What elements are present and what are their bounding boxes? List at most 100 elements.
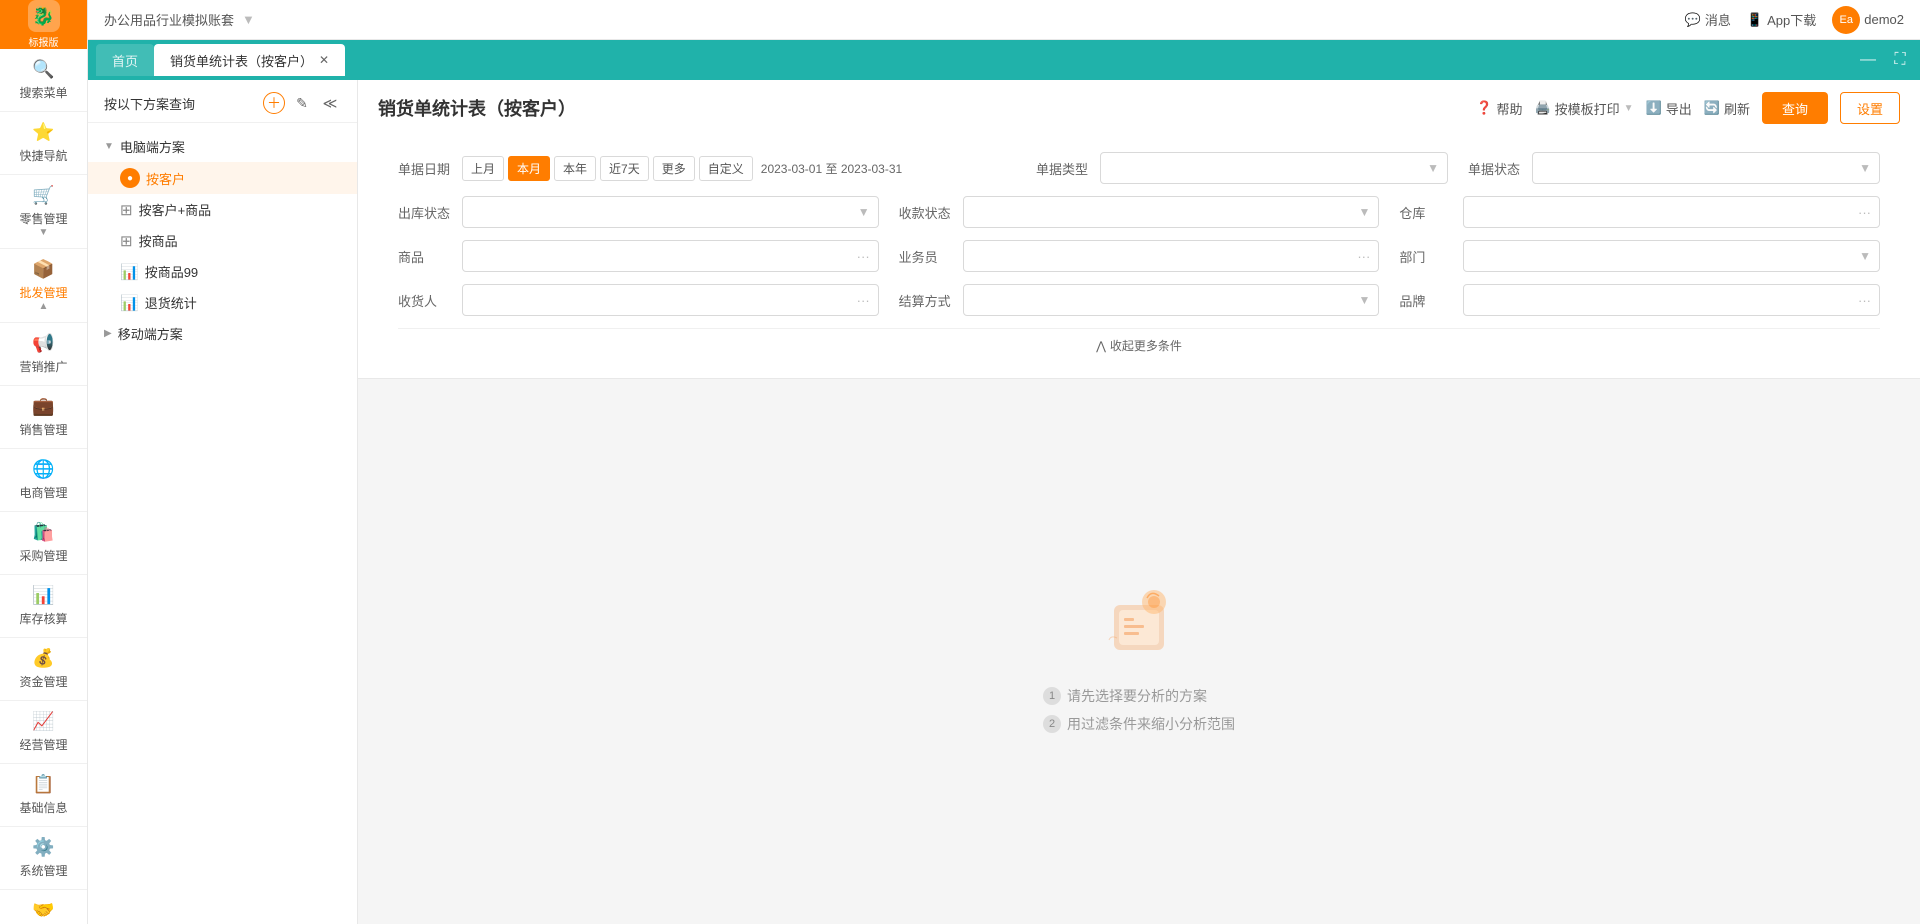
collapse-label: 收起更多条件 (1110, 337, 1182, 354)
sidebar-item-search-menu[interactable]: 🔍 搜索菜单 (0, 49, 88, 112)
sidebar-item-ecom-mgmt[interactable]: 🌐 电商管理 (0, 449, 88, 512)
tab-maximize-button[interactable]: ⛶ (1888, 48, 1912, 72)
department-select[interactable]: ▼ (1463, 240, 1880, 272)
mobile-section-label: 移动端方案 (118, 324, 183, 343)
sidebar-item-label: 电商管理 (19, 484, 67, 501)
empty-tip-row-1: 1 请先选择要分析的方案 (1043, 686, 1235, 706)
sidebar-item-label: 销售管理 (19, 421, 67, 438)
tab-sales-stat[interactable]: 销货单统计表（按客户） ✕ (154, 44, 345, 76)
sidebar-item-basic-info[interactable]: 📋 基础信息 (0, 764, 88, 827)
left-panel-actions: ＋ ✎ ≪ (263, 92, 341, 114)
logo-text: 标报版 (29, 34, 59, 49)
expand-right-icon: ▶ (104, 328, 112, 339)
custom-button[interactable]: 自定义 (699, 156, 753, 181)
dots-icon: ··· (857, 293, 870, 308)
order-status-label: 单据状态 (1468, 159, 1524, 178)
close-icon[interactable]: ✕ (319, 54, 329, 66)
sidebar-item-retail-mgmt[interactable]: 🛒 零售管理 ▼ (0, 175, 88, 249)
app-download-button[interactable]: 📱 App下载 (1747, 10, 1816, 29)
by-customer-label: 按客户 (146, 169, 185, 188)
filter-item-order-type: 单据类型 ▼ (1036, 152, 1448, 184)
sidebar-item-sales-mgmt[interactable]: 💼 销售管理 (0, 386, 88, 449)
brand-select[interactable]: ··· (1463, 284, 1880, 316)
sidebar-item-inventory[interactable]: 📊 库存核算 (0, 575, 88, 638)
sidebar-item-enterprise[interactable]: 🤝 企业协同 (0, 890, 88, 924)
warehouse-select[interactable]: ··· (1463, 196, 1880, 228)
tree-node-by-goods[interactable]: ⊞ 按商品 (88, 225, 357, 256)
chevron-down-icon: ▼ (1859, 161, 1871, 175)
refresh-icon: 🔄 (1704, 100, 1720, 116)
tree-node-desktop[interactable]: ▼ 电脑端方案 (88, 131, 357, 162)
avatar: Ea (1832, 6, 1860, 34)
chevron-down-icon: ▼ (1358, 293, 1370, 307)
app-download-icon: 📱 (1747, 12, 1763, 28)
left-panel-title: 按以下方案查询 (104, 94, 195, 113)
ecom-icon: 🌐 (32, 459, 54, 480)
quick-nav-icon: ⭐ (32, 122, 54, 143)
receiver-label: 收货人 (398, 291, 454, 310)
sidebar-item-quick-nav[interactable]: ⭐ 快捷导航 (0, 112, 88, 175)
tree-node-by-customer-goods[interactable]: ⊞ 按客户+商品 (88, 194, 357, 225)
dots-icon: ··· (1357, 249, 1370, 264)
salesperson-label: 业务员 (899, 247, 955, 266)
query-button[interactable]: 查询 (1762, 92, 1828, 124)
out-status-select[interactable]: ▼ (462, 196, 879, 228)
date-label: 单据日期 (398, 159, 454, 178)
tree-node-by-customer[interactable]: ● 按客户 (88, 162, 357, 194)
purchase-icon: 🛍️ (32, 522, 54, 543)
order-type-select[interactable]: ▼ (1100, 152, 1448, 184)
home-tab-label: 首页 (112, 51, 138, 70)
template-print-button[interactable]: 🖨️ 按模板打印 ▼ (1534, 99, 1633, 118)
user-info[interactable]: Ea demo2 (1832, 6, 1904, 34)
order-status-select[interactable]: ▼ (1532, 152, 1880, 184)
more-button[interactable]: 更多 (653, 156, 695, 181)
filter-row-4: 收货人 ··· 结算方式 ▼ (398, 284, 1880, 316)
settings-button[interactable]: 设置 (1840, 92, 1900, 124)
sidebar-item-label: 系统管理 (19, 862, 67, 879)
export-button[interactable]: ⬇️ 导出 (1646, 99, 1692, 118)
filter-item-order-status: 单据状态 ▼ (1468, 152, 1880, 184)
receiver-select[interactable]: ··· (462, 284, 879, 316)
sidebar-item-label: 营销推广 (19, 358, 67, 375)
last-7-button[interactable]: 近7天 (600, 156, 649, 181)
this-month-button[interactable]: 本月 (508, 156, 550, 181)
goods-select[interactable]: ··· (462, 240, 879, 272)
sidebar-item-system-mgmt[interactable]: ⚙️ 系统管理 (0, 827, 88, 890)
filter-item-salesperson: 业务员 ··· (899, 240, 1380, 272)
app-logo[interactable]: 🐉 标报版 (0, 0, 88, 49)
tab-home[interactable]: 首页 (96, 44, 154, 76)
sidebar-item-operations[interactable]: 📈 经营管理 (0, 701, 88, 764)
filter-item-receiver: 收货人 ··· (398, 284, 879, 316)
last-month-button[interactable]: 上月 (462, 156, 504, 181)
chevron-up-icon: ▲ (39, 301, 49, 312)
chevron-down-icon: ▼ (39, 227, 49, 238)
salesperson-select[interactable]: ··· (963, 240, 1380, 272)
tree-node-return-stats[interactable]: 📊 退货统计 (88, 287, 357, 318)
this-year-button[interactable]: 本年 (554, 156, 596, 181)
add-scheme-button[interactable]: ＋ (263, 92, 285, 114)
sidebar-item-marketing[interactable]: 📢 营销推广 (0, 323, 88, 386)
collapse-bar[interactable]: ⋀ 收起更多条件 (398, 328, 1880, 362)
message-button[interactable]: 💬 消息 (1685, 10, 1731, 29)
sidebar-item-purchase-mgmt[interactable]: 🛍️ 采购管理 (0, 512, 88, 575)
sidebar-item-wholesale-mgmt[interactable]: 📦 批发管理 ▲ (0, 249, 88, 323)
collapse-panel-button[interactable]: ≪ (319, 92, 341, 114)
help-label: 帮助 (1496, 99, 1522, 118)
collection-status-select[interactable]: ▼ (963, 196, 1380, 228)
refresh-button[interactable]: 🔄 刷新 (1704, 99, 1750, 118)
tab-bar: 首页 销货单统计表（按客户） ✕ — ⛶ (88, 40, 1920, 80)
settlement-select[interactable]: ▼ (963, 284, 1380, 316)
tab-minimize-button[interactable]: — (1856, 48, 1880, 72)
table2-icon: ⊞ (120, 232, 133, 250)
page-title: 销货单统计表（按客户） (378, 95, 576, 121)
page-header: 销货单统计表（按客户） ❓ 帮助 🖨️ 按模板打印 ▼ ⬇️ (358, 80, 1920, 379)
tree-node-by-goods-99[interactable]: 📊 按商品99 (88, 256, 357, 287)
edit-scheme-button[interactable]: ✎ (291, 92, 313, 114)
logo-icon: 🐉 (28, 0, 60, 32)
sidebar-item-finance[interactable]: 💰 资金管理 (0, 638, 88, 701)
tree-node-mobile[interactable]: ▶ 移动端方案 (88, 318, 357, 349)
help-button[interactable]: ❓ 帮助 (1476, 99, 1522, 118)
warehouse-label: 仓库 (1399, 203, 1455, 222)
tip-text-1: 请先选择要分析的方案 (1067, 686, 1207, 706)
chevron-down-icon: ▼ (1358, 205, 1370, 219)
